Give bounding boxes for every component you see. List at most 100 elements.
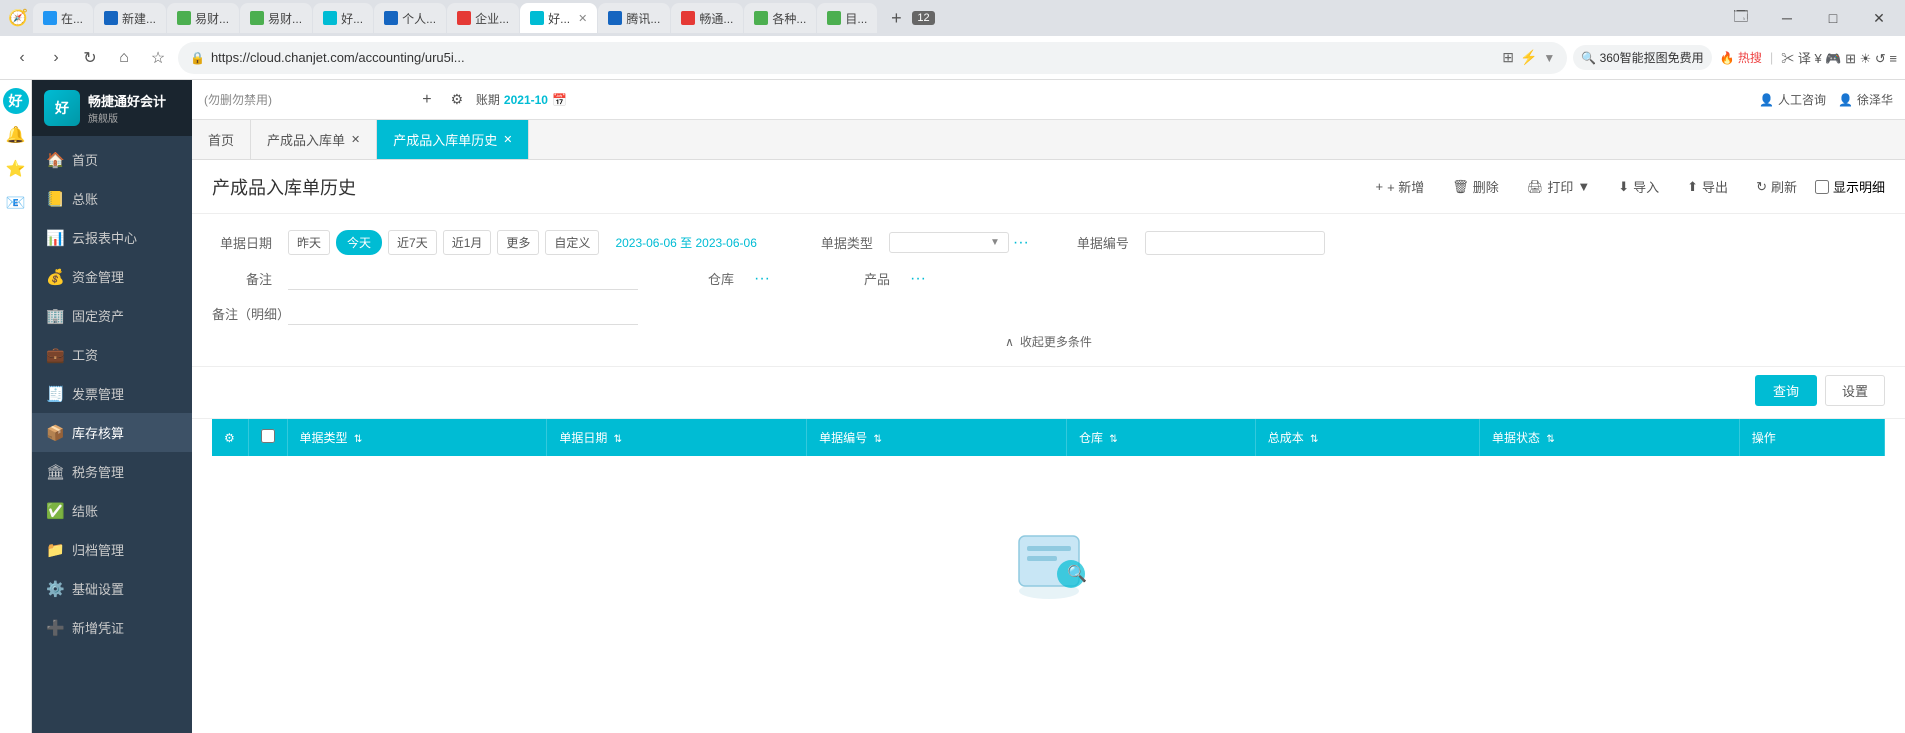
search-box[interactable]: 🔍 360智能抠图免费用 (1573, 45, 1711, 70)
browser-tab-2[interactable]: 新建... (94, 3, 166, 33)
tab-label-4: 易财... (268, 10, 302, 27)
customer-service-button[interactable]: 👤 人工咨询 (1759, 91, 1826, 108)
settings-gear-icon[interactable]: ⚙ (446, 89, 468, 111)
import-button[interactable]: ⬇ 导入 (1608, 172, 1669, 201)
iconbar-app[interactable]: 好 (3, 88, 29, 114)
sort-number-icon: ⇅ (873, 434, 881, 445)
date-btn-yesterday[interactable]: 昨天 (288, 230, 330, 255)
sidebar-item-invoice[interactable]: 🧾 发票管理 (32, 374, 192, 413)
sidebar-item-fixed[interactable]: 🏢 固定资产 (32, 296, 192, 335)
browser-tab-6[interactable]: 个人... (374, 3, 446, 33)
browser-tab-3[interactable]: 易财... (167, 3, 239, 33)
tab-favicon-5 (323, 11, 337, 25)
home-button[interactable]: ⌂ (110, 44, 138, 72)
browser-tab-12[interactable]: 目... (817, 3, 877, 33)
bookmark-button[interactable]: ☆ (144, 44, 172, 72)
user-avatar[interactable]: 👤 徐泽华 (1838, 91, 1893, 108)
print-button[interactable]: 🖨 打印 ▼ (1517, 172, 1600, 201)
query-button[interactable]: 查询 (1755, 375, 1817, 406)
sidebar-item-inventory[interactable]: 📦 库存核算 (32, 413, 192, 452)
browser-tab-5[interactable]: 好... (313, 3, 373, 33)
th-status[interactable]: 单据状态 ⇅ (1479, 419, 1739, 456)
url-bar[interactable]: 🔒 https://cloud.chanjet.com/accounting/u… (178, 42, 1567, 74)
gear-column-icon[interactable]: ⚙ (224, 431, 235, 445)
plus-icon: + (1375, 179, 1383, 194)
browser-tab-4[interactable]: 易财... (240, 3, 312, 33)
page-tab-home[interactable]: 首页 (192, 120, 251, 159)
sidebar-item-archive[interactable]: 📁 归档管理 (32, 530, 192, 569)
th-date[interactable]: 单据日期 ⇅ (547, 419, 807, 456)
sidebar-item-basic[interactable]: ⚙️ 基础设置 (32, 569, 192, 608)
sidebar-item-ledger[interactable]: 📒 总账 (32, 179, 192, 218)
print-icon: 🖨 (1527, 179, 1544, 195)
sidebar-item-reports[interactable]: 📊 云报表中心 (32, 218, 192, 257)
iconbar-item3[interactable]: 📧 (3, 190, 29, 216)
note-filter-input[interactable] (288, 267, 638, 290)
number-filter-input[interactable] (1145, 231, 1325, 255)
th-check[interactable] (248, 419, 287, 456)
date-btn-7days[interactable]: 近7天 (388, 230, 437, 255)
window-maximize-icon[interactable]: □ (1811, 3, 1855, 33)
add-company-button[interactable]: + (416, 89, 438, 111)
page-tab-list[interactable]: 产成品入库单 ✕ (251, 120, 377, 159)
page-tab-history-close[interactable]: ✕ (503, 133, 512, 146)
window-restore-icon[interactable]: 🗔 (1719, 3, 1763, 33)
new-button[interactable]: + + 新增 (1365, 172, 1434, 201)
page-tab-list-close[interactable]: ✕ (351, 133, 360, 146)
forward-button[interactable]: › (42, 44, 70, 72)
sidebar-item-home[interactable]: 🏠 首页 (32, 140, 192, 179)
home-icon: 🏠 (46, 151, 64, 169)
tab-label-5: 好... (341, 10, 363, 27)
th-total-cost[interactable]: 总成本 ⇅ (1255, 419, 1479, 456)
window-close-icon[interactable]: ✕ (1857, 3, 1901, 33)
company-select[interactable]: 江西服宝测试专用 ▼ (280, 88, 408, 111)
type-select[interactable]: ▼ ··· (889, 232, 1033, 253)
th-number[interactable]: 单据编号 ⇅ (807, 419, 1067, 456)
th-gear[interactable]: ⚙ (212, 419, 248, 456)
warehouse-more-icon[interactable]: ··· (750, 270, 774, 288)
set-button[interactable]: 设置 (1825, 375, 1885, 406)
show-detail-checkbox[interactable] (1815, 180, 1829, 194)
tab-close-8[interactable]: ✕ (578, 12, 587, 25)
sidebar-item-salary[interactable]: 💼 工资 (32, 335, 192, 374)
date-btn-today[interactable]: 今天 (336, 230, 382, 255)
browser-tab-7[interactable]: 企业... (447, 3, 519, 33)
new-tab-button[interactable]: + (882, 4, 910, 32)
tab-label-7: 企业... (475, 10, 509, 27)
refresh-button[interactable]: ↻ 刷新 (1746, 172, 1807, 201)
browser-tab-9[interactable]: 腾讯... (598, 3, 670, 33)
date-btn-more[interactable]: 更多 (497, 230, 539, 255)
calendar-icon[interactable]: 📅 (552, 93, 567, 107)
delete-button[interactable]: 🗑 删除 (1442, 172, 1509, 201)
dropdown-icon[interactable]: ▼ (1543, 51, 1555, 65)
date-btn-1month[interactable]: 近1月 (443, 230, 492, 255)
th-type[interactable]: 单据类型 ⇅ (287, 419, 547, 456)
page-tab-history[interactable]: 产成品入库单历史 ✕ (377, 120, 529, 159)
export-button[interactable]: ⬆ 导出 (1677, 172, 1738, 201)
browser-back-icon[interactable]: 🧭 (4, 4, 32, 32)
browser-tab-8[interactable]: 好... ✕ (520, 3, 597, 33)
product-more-icon[interactable]: ··· (906, 270, 930, 288)
sidebar-item-new-voucher[interactable]: ➕ 新增凭证 (32, 608, 192, 647)
date-btn-custom[interactable]: 自定义 (545, 230, 599, 255)
browser-tab-11[interactable]: 各种... (744, 3, 816, 33)
iconbar-item1[interactable]: 🔔 (3, 122, 29, 148)
tab-favicon-9 (608, 11, 622, 25)
sidebar-item-funds[interactable]: 💰 资金管理 (32, 257, 192, 296)
sidebar-item-settle[interactable]: ✅ 结账 (32, 491, 192, 530)
main-content: (勿删勿禁用) 江西服宝测试专用 ▼ + ⚙ 账期 2021-10 📅 👤 人工… (192, 80, 1905, 733)
th-warehouse[interactable]: 仓库 ⇅ (1066, 419, 1255, 456)
type-more-icon[interactable]: ··· (1009, 234, 1033, 252)
browser-tab-10[interactable]: 畅通... (671, 3, 743, 33)
iconbar-item2[interactable]: ⭐ (3, 156, 29, 182)
note-detail-input[interactable] (288, 302, 638, 325)
back-button[interactable]: ‹ (8, 44, 36, 72)
browser-tab-1[interactable]: 在... (33, 3, 93, 33)
select-all-checkbox[interactable] (261, 429, 275, 443)
refresh-button[interactable]: ↻ (76, 44, 104, 72)
window-minimize-icon[interactable]: ─ (1765, 3, 1809, 33)
sidebar-item-tax[interactable]: 🏛 税务管理 (32, 452, 192, 491)
scissors-tool[interactable]: ✂ 译 ¥ 🎮 ⊞ ☀ ↺ ≡ (1781, 48, 1897, 67)
type-dropdown[interactable]: ▼ (889, 232, 1009, 253)
collapse-more-button[interactable]: ∧ 收起更多条件 (212, 333, 1885, 350)
